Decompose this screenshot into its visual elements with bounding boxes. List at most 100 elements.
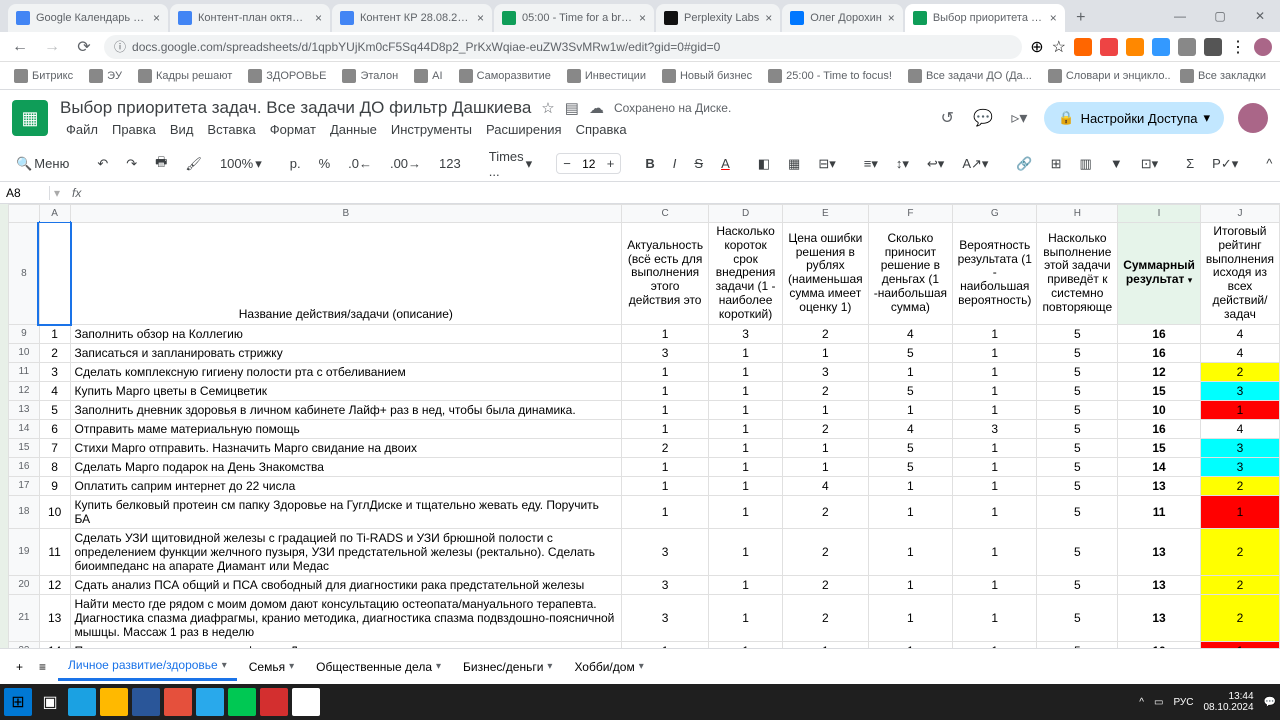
cell[interactable]: 3 xyxy=(1200,457,1279,476)
zoom-select[interactable]: 100% ▾ xyxy=(216,154,266,174)
name-box[interactable]: A8 xyxy=(0,186,50,200)
cell[interactable]: 1 xyxy=(622,419,709,438)
cell[interactable]: 3 xyxy=(709,324,783,343)
redo-button[interactable]: ↷ xyxy=(122,154,141,174)
telegram-icon[interactable] xyxy=(196,688,224,716)
cell[interactable]: 3 xyxy=(622,575,709,594)
cell[interactable]: 2 xyxy=(782,495,868,528)
app-icon[interactable] xyxy=(132,688,160,716)
browser-tab[interactable]: 05:00 - Time for a break!× xyxy=(494,4,654,32)
collapse-toolbar-button[interactable]: ^ xyxy=(1262,154,1276,173)
column-header[interactable]: D xyxy=(709,205,783,223)
row-header[interactable]: 10 xyxy=(9,343,40,362)
cell[interactable]: 5 xyxy=(1037,457,1118,476)
cell[interactable]: 2 xyxy=(622,438,709,457)
cell[interactable]: 4 xyxy=(39,381,70,400)
cell[interactable]: 1 xyxy=(953,438,1037,457)
translate-icon[interactable]: ⊕ xyxy=(1030,37,1043,57)
cell[interactable]: 1 xyxy=(1200,495,1279,528)
cell[interactable]: 5 xyxy=(868,438,952,457)
cell[interactable]: 1 xyxy=(868,575,952,594)
cell[interactable]: Протащить свои задачи через фильтр Дашки… xyxy=(70,641,622,648)
cell[interactable]: 5 xyxy=(1037,594,1118,641)
cell[interactable]: 5 xyxy=(1037,343,1118,362)
link-button[interactable]: 🔗 xyxy=(1012,154,1036,174)
cell[interactable]: 2 xyxy=(39,343,70,362)
language-indicator[interactable]: РУС xyxy=(1173,697,1193,708)
increase-decimal-button[interactable]: .00→ xyxy=(386,154,425,173)
cell[interactable]: 1 xyxy=(868,476,952,495)
extensions-menu-icon[interactable] xyxy=(1204,38,1222,56)
cell[interactable]: 1 xyxy=(709,575,783,594)
cell[interactable]: 1 xyxy=(953,400,1037,419)
cell[interactable]: 1 xyxy=(622,457,709,476)
close-tab-icon[interactable]: × xyxy=(315,11,322,25)
paint-format-button[interactable]: 🖌 xyxy=(181,154,206,174)
cell[interactable]: 2 xyxy=(1200,476,1279,495)
cell[interactable]: 1 xyxy=(1200,400,1279,419)
filter-button[interactable]: ▼ xyxy=(1106,154,1127,173)
cell[interactable]: Актуальность (всё есть для выполнения эт… xyxy=(622,223,709,325)
cell[interactable]: 1 xyxy=(622,641,709,648)
print-button[interactable]: 🖶 xyxy=(151,151,171,177)
notifications-icon[interactable]: 💬 xyxy=(1264,697,1276,708)
close-tab-icon[interactable]: × xyxy=(477,11,484,25)
cell[interactable]: 5 xyxy=(1037,362,1118,381)
bookmark-item[interactable]: 25:00 - Time to focus! xyxy=(762,67,898,85)
close-tab-icon[interactable]: × xyxy=(639,11,646,25)
comment-button[interactable]: ⊞ xyxy=(1047,154,1066,174)
maximize-button[interactable]: ▢ xyxy=(1200,0,1240,32)
share-button[interactable]: 🔒 Настройки Доступа ▾ xyxy=(1044,102,1224,134)
cell[interactable]: 1 xyxy=(622,476,709,495)
cell[interactable]: 10 xyxy=(1118,641,1201,648)
cell[interactable]: 1 xyxy=(709,495,783,528)
row-header[interactable]: 22 xyxy=(9,641,40,648)
menu-item[interactable]: Формат xyxy=(264,120,322,139)
strike-button[interactable]: S xyxy=(690,154,707,173)
cell[interactable]: 10 xyxy=(39,495,70,528)
cell[interactable]: Насколько короток срок внедрения задачи … xyxy=(709,223,783,325)
cell[interactable]: Вероятность результата (1 - наибольшая в… xyxy=(953,223,1037,325)
task-view-button[interactable]: ▣ xyxy=(36,688,64,716)
cell[interactable]: 1 xyxy=(953,324,1037,343)
cell[interactable]: Суммарный результат ▾ xyxy=(1118,223,1201,325)
cell[interactable]: 1 xyxy=(709,381,783,400)
menu-item[interactable]: Справка xyxy=(570,120,633,139)
cell[interactable]: 5 xyxy=(1037,438,1118,457)
cell[interactable]: 3 xyxy=(39,362,70,381)
undo-button[interactable]: ↶ xyxy=(93,154,112,174)
cell[interactable]: 2 xyxy=(782,575,868,594)
cell[interactable]: 2 xyxy=(782,594,868,641)
cell[interactable]: 13 xyxy=(1118,476,1201,495)
column-header[interactable]: A xyxy=(39,205,70,223)
cell[interactable]: 1 xyxy=(953,381,1037,400)
cell[interactable]: 1 xyxy=(782,457,868,476)
cell[interactable]: 13 xyxy=(1118,594,1201,641)
chart-button[interactable]: ▥ xyxy=(1076,154,1096,174)
menu-item[interactable]: Данные xyxy=(324,120,383,139)
cell[interactable]: 2 xyxy=(782,528,868,575)
row-header[interactable]: 13 xyxy=(9,400,40,419)
back-button[interactable]: ← xyxy=(8,35,32,59)
all-bookmarks[interactable]: Все закладки xyxy=(1174,67,1272,85)
cell[interactable]: 4 xyxy=(868,324,952,343)
cell[interactable]: 1 xyxy=(953,362,1037,381)
cell[interactable]: 15 xyxy=(1118,381,1201,400)
cell[interactable]: 3 xyxy=(953,419,1037,438)
v-align-button[interactable]: ↕▾ xyxy=(892,154,913,174)
cell[interactable]: 6 xyxy=(39,419,70,438)
cell[interactable]: 16 xyxy=(1118,419,1201,438)
cell[interactable]: 11 xyxy=(39,528,70,575)
cell[interactable]: Сделать Марго подарок на День Знакомства xyxy=(70,457,622,476)
bookmark-item[interactable]: ЭУ xyxy=(83,67,128,85)
extension-icon[interactable] xyxy=(1152,38,1170,56)
cell[interactable]: 1 xyxy=(39,324,70,343)
functions-button[interactable]: Σ xyxy=(1182,154,1198,173)
bookmark-item[interactable]: Эталон xyxy=(336,67,404,85)
cell[interactable]: 1 xyxy=(953,575,1037,594)
cell[interactable]: 1 xyxy=(953,476,1037,495)
cell[interactable]: Сделать УЗИ щитовидной железы с градацие… xyxy=(70,528,622,575)
cell[interactable]: 1 xyxy=(709,343,783,362)
bookmark-item[interactable]: Инвестиции xyxy=(561,67,652,85)
cell[interactable]: 15 xyxy=(1118,438,1201,457)
